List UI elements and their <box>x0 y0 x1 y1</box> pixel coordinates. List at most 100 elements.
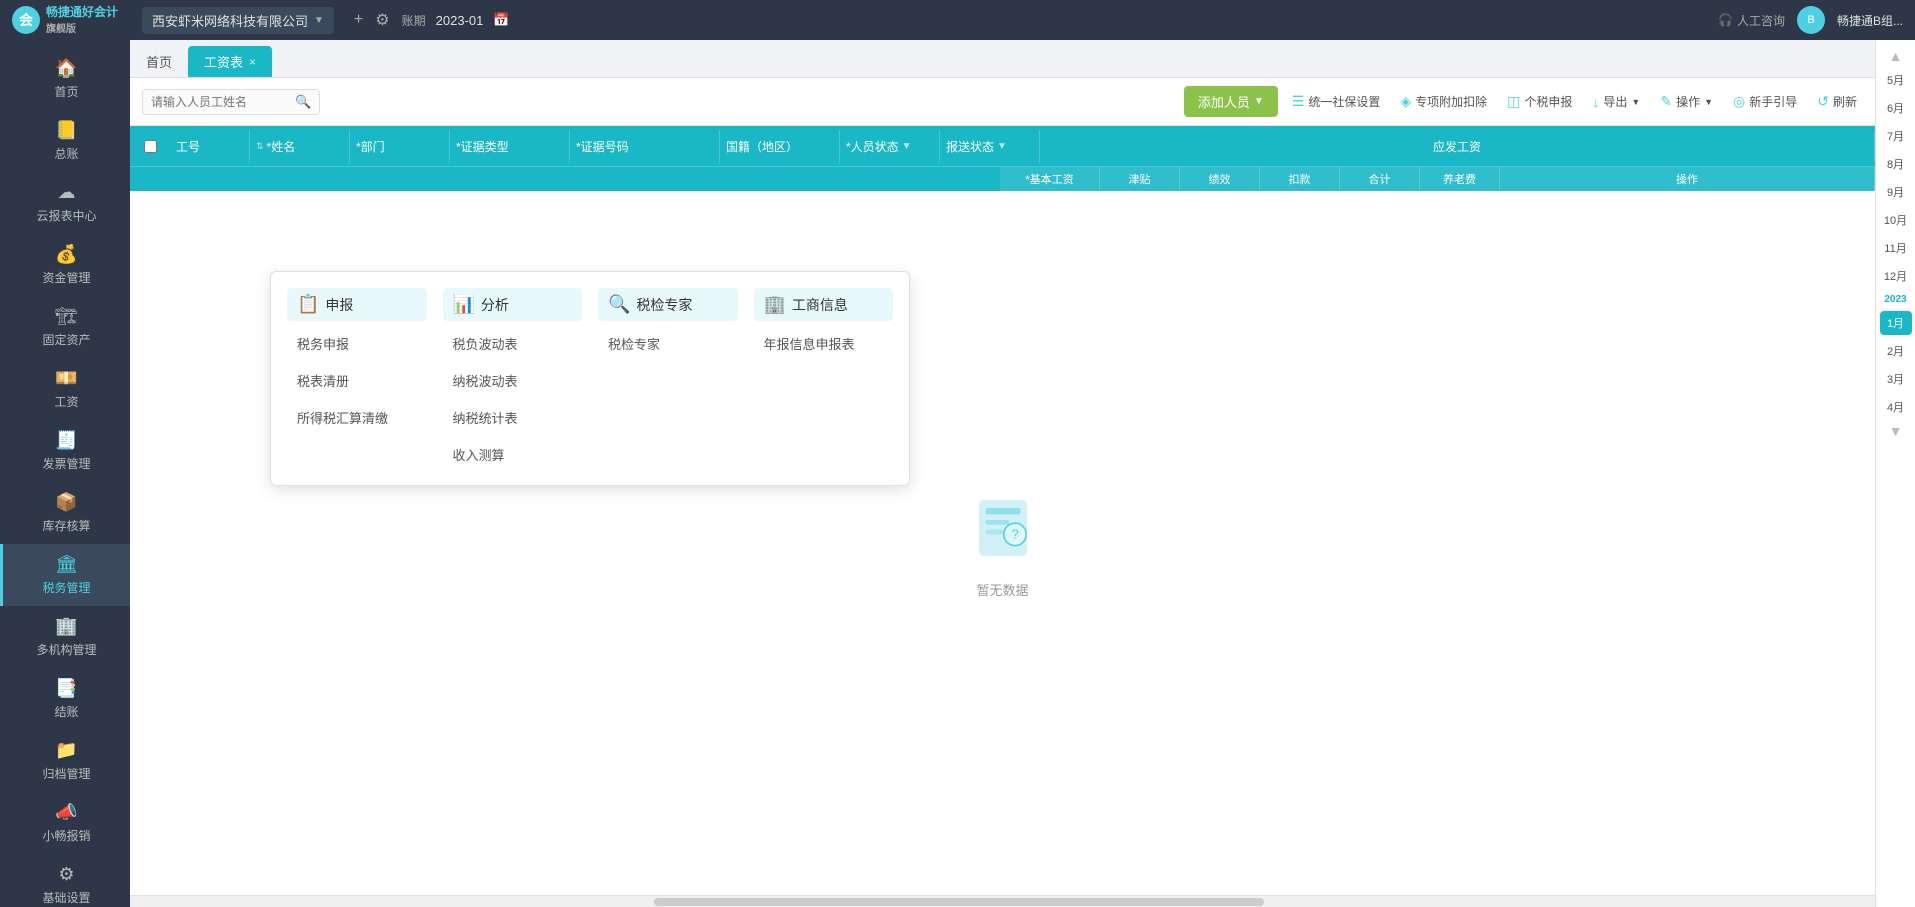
month-2[interactable]: 2月 <box>1880 339 1912 363</box>
user-service-button[interactable]: 🎧 人工咨询 <box>1718 12 1785 29</box>
menu-section-declare-header: 📋 申报 <box>287 288 427 321</box>
sort-name-icon[interactable]: ⇅ <box>256 141 264 152</box>
sidebar-item-label: 总账 <box>54 145 78 162</box>
special-deduction-button[interactable]: ◈ 专项附加扣除 <box>1394 89 1493 114</box>
tab-close-button[interactable]: × <box>249 55 256 69</box>
menu-item-tax-table[interactable]: 税表清册 <box>287 366 427 395</box>
menu-item-tax-wave[interactable]: 税负波动表 <box>443 329 583 358</box>
month-5[interactable]: 5月 <box>1880 68 1912 92</box>
sidebar-item-settings[interactable]: ⚙ 基础设置 <box>0 854 130 907</box>
month-6[interactable]: 6月 <box>1880 96 1912 120</box>
multi-org-icon: 🏢 <box>55 616 77 637</box>
menu-item-tax-filing[interactable]: 税务申报 <box>287 329 427 358</box>
right-panel-down-arrow[interactable]: ▼ <box>1889 423 1903 439</box>
tab-salary-table[interactable]: 工资表 × <box>188 46 272 77</box>
inventory-icon: 📦 <box>55 492 77 513</box>
menu-item-tax-settlement[interactable]: 所得税汇算清缴 <box>287 403 427 432</box>
tax-icon: 🏛 <box>55 554 78 575</box>
special-deduction-icon: ◈ <box>1400 93 1411 110</box>
month-12[interactable]: 12月 <box>1880 264 1912 288</box>
sidebar-item-label: 税务管理 <box>42 579 90 596</box>
month-10[interactable]: 10月 <box>1880 208 1912 232</box>
add-person-button[interactable]: 添加人员 ▼ <box>1184 86 1278 117</box>
sidebar-item-label: 基础设置 <box>42 889 90 906</box>
col-name: ⇅ *姓名 <box>250 130 350 163</box>
operation-icon: ✎ <box>1660 93 1672 110</box>
empty-text: 暂无数据 <box>976 580 1028 599</box>
sidebar-item-archive[interactable]: 📁 归档管理 <box>0 730 130 792</box>
sidebar-item-label: 结账 <box>54 703 78 720</box>
month-8[interactable]: 8月 <box>1880 152 1912 176</box>
biz-info-title: 工商信息 <box>792 295 848 315</box>
right-panel-up-arrow[interactable]: ▲ <box>1889 48 1903 64</box>
menu-section-analysis-header: 📊 分析 <box>443 288 583 321</box>
sidebar-item-close-period[interactable]: 📑 结账 <box>0 668 130 730</box>
export-button[interactable]: ↓ 导出 ▼ <box>1586 89 1646 114</box>
right-panel: ▲ 5月 6月 7月 8月 9月 10月 11月 12月 2023 1月 2月 … <box>1875 40 1915 907</box>
calendar-icon[interactable]: 📅 <box>493 12 509 28</box>
col-yingfa-group: 应发工资 <box>1040 130 1875 163</box>
sidebar-item-inventory[interactable]: 📦 库存核算 <box>0 482 130 544</box>
fixed-assets-icon: 🏗 <box>55 306 78 327</box>
select-all-input[interactable] <box>144 140 157 153</box>
menu-section-tax-expert: 🔍 税检专家 税检专家 <box>598 288 738 469</box>
add-company-button[interactable]: + <box>352 9 365 31</box>
sidebar-item-fund[interactable]: 💰 资金管理 <box>0 234 130 296</box>
col-dept: *部门 <box>350 130 450 163</box>
menu-item-income-estimate[interactable]: 收入测算 <box>443 440 583 469</box>
menu-section-tax-expert-header: 🔍 税检专家 <box>598 288 738 321</box>
export-chevron-icon: ▼ <box>1631 97 1640 107</box>
user-name[interactable]: 畅捷通B组... <box>1837 12 1903 29</box>
sidebar-item-home[interactable]: 🏠 首页 <box>0 48 130 110</box>
status-filter-icon[interactable]: ▼ <box>902 141 912 152</box>
sidebar-item-tax[interactable]: 🏛 税务管理 <box>0 544 130 606</box>
select-all-checkbox[interactable] <box>130 140 170 153</box>
sidebar-item-ledger[interactable]: 📒 总账 <box>0 110 130 172</box>
sidebar-item-cloud-report[interactable]: ☁ 云报表中心 <box>0 172 130 234</box>
menu-item-annual-report[interactable]: 年报信息申报表 <box>754 329 894 358</box>
month-7[interactable]: 7月 <box>1880 124 1912 148</box>
col-action: 操作 <box>1500 167 1875 191</box>
sidebar-item-fixed-assets[interactable]: 🏗 固定资产 <box>0 296 130 358</box>
analysis-title: 分析 <box>481 295 509 315</box>
sidebar-item-expense[interactable]: 📣 小畅报销 <box>0 792 130 854</box>
operation-button[interactable]: ✎ 操作 ▼ <box>1654 89 1719 114</box>
month-1-current[interactable]: 1月 <box>1880 311 1912 335</box>
guide-label: 新手引导 <box>1749 93 1797 110</box>
month-9[interactable]: 9月 <box>1880 180 1912 204</box>
tab-home[interactable]: 首页 <box>130 46 188 77</box>
sidebar-item-label: 库存核算 <box>42 517 90 534</box>
settings-icon: ⚙ <box>58 864 74 885</box>
menu-item-tax-expert[interactable]: 税检专家 <box>598 329 738 358</box>
sidebar-item-invoice[interactable]: 🧾 发票管理 <box>0 420 130 482</box>
invoice-icon: 🧾 <box>55 430 77 451</box>
menu-item-pay-stats[interactable]: 纳税统计表 <box>443 403 583 432</box>
month-4[interactable]: 4月 <box>1880 395 1912 419</box>
sidebar-item-label: 资金管理 <box>42 269 90 286</box>
table-scroll-thumb[interactable] <box>654 898 1265 906</box>
menu-section-biz-info-header: 🏢 工商信息 <box>754 288 894 321</box>
month-11[interactable]: 11月 <box>1880 236 1912 260</box>
fund-icon: 💰 <box>55 244 77 265</box>
col-base-salary: *基本工资 <box>1000 167 1100 191</box>
menu-item-pay-wave[interactable]: 纳税波动表 <box>443 366 583 395</box>
refresh-label: 刷新 <box>1833 93 1857 110</box>
tax-filing-button[interactable]: ◫ 个税申报 <box>1501 89 1578 114</box>
sidebar-item-label: 云报表中心 <box>36 207 96 224</box>
search-input[interactable] <box>151 95 291 109</box>
sidebar-item-salary[interactable]: 💴 工资 <box>0 358 130 420</box>
sidebar-item-multi-org[interactable]: 🏢 多机构管理 <box>0 606 130 668</box>
table-scrollbar[interactable] <box>130 895 1875 907</box>
guide-btn[interactable]: ◎ 新手引导 <box>1727 89 1803 114</box>
logo-text: 畅捷通好会计 旗舰版 <box>46 5 118 36</box>
special-deduction-label: 专项附加扣除 <box>1415 93 1487 110</box>
table-subheader: *基本工资 津贴 绩效 扣款 合计 养老费 操作 <box>130 166 1875 191</box>
settings-button[interactable]: ⚙ <box>373 8 391 32</box>
month-3[interactable]: 3月 <box>1880 367 1912 391</box>
social-security-button[interactable]: ☰ 统一社保设置 <box>1286 89 1387 114</box>
company-selector[interactable]: 西安虾米网络科技有限公司 ▼ <box>142 7 334 34</box>
col-id-number: *证据号码 <box>570 130 720 163</box>
submit-filter-icon[interactable]: ▼ <box>997 141 1007 152</box>
sidebar-item-label: 固定资产 <box>42 331 90 348</box>
refresh-button[interactable]: ↺ 刷新 <box>1811 89 1863 114</box>
